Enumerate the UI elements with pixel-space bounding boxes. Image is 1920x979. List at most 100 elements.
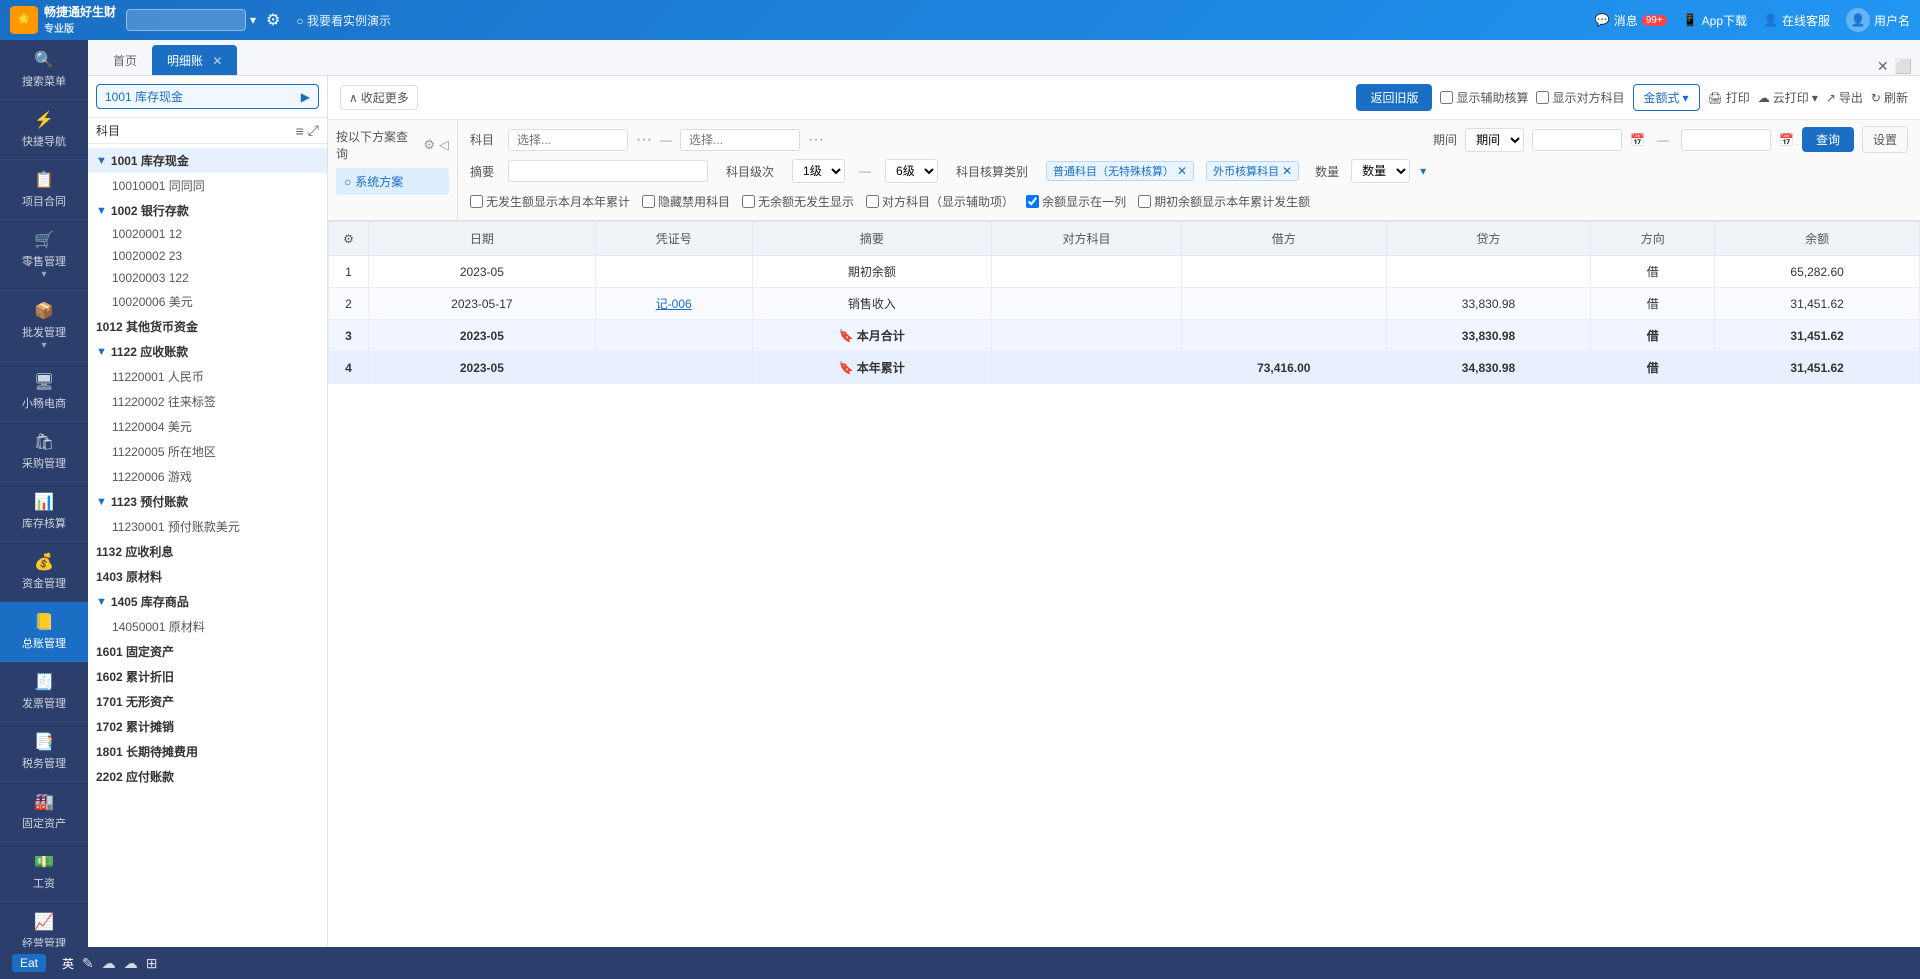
tree-item-14050001[interactable]: 14050001 原材料 xyxy=(88,614,327,639)
period-type-select[interactable]: 期间 xyxy=(1465,128,1524,152)
show-auxiliary-checkbox-label[interactable]: 显示辅助核算 xyxy=(1440,89,1528,106)
sidebar-item-ecommerce[interactable]: 🖥 小畅电商 xyxy=(0,362,88,422)
kemu-end-input[interactable] xyxy=(680,129,800,151)
tab-detail-ledger[interactable]: 明细账 ✕ xyxy=(152,45,237,75)
user-profile-button[interactable]: 👤 用户名 xyxy=(1846,8,1910,32)
tree-item-1001[interactable]: ▼ 1001 库存现金 xyxy=(88,148,327,173)
app-download-button[interactable]: 📱 App下载 xyxy=(1683,12,1747,29)
tab-close-icon[interactable]: ✕ xyxy=(212,54,222,68)
scheme-item-system[interactable]: ○ 系统方案 xyxy=(336,168,449,195)
tree-item-1601[interactable]: 1601 固定资产 xyxy=(88,639,327,664)
tree-item-1002[interactable]: ▼ 1002 银行存款 xyxy=(88,198,327,223)
demo-link[interactable]: ○ 我要看实例演示 xyxy=(296,12,391,29)
print-button[interactable]: 🖨 打印 xyxy=(1708,89,1750,106)
eat-button[interactable]: Eat xyxy=(12,954,46,972)
checkbox-hide-disabled-label[interactable]: 隐藏禁用科目 xyxy=(642,193,730,210)
period-start-calendar-icon[interactable]: 📅 xyxy=(1630,133,1645,147)
online-service-button[interactable]: 👤 在线客服 xyxy=(1763,12,1830,29)
sidebar-item-invoice[interactable]: 🧾 发票管理 xyxy=(0,662,88,722)
tree-item-10020003[interactable]: 10020003 122 xyxy=(88,267,327,289)
sidebar-item-finance[interactable]: 💰 资金管理 xyxy=(0,542,88,602)
tree-list-view-button[interactable]: ≡ xyxy=(296,123,304,139)
collapse-more-button[interactable]: ∧ 收起更多 xyxy=(340,85,418,110)
tree-item-10010001[interactable]: 10010001 同同同 xyxy=(88,173,327,198)
tree-item-2202[interactable]: 2202 应付账款 xyxy=(88,764,327,789)
level-start-select[interactable]: 1级 xyxy=(792,159,845,183)
header-search-input[interactable] xyxy=(126,9,246,31)
filter-config-button[interactable]: ⚙ xyxy=(423,137,435,153)
edit-icon[interactable]: ✎ xyxy=(82,955,94,972)
checkbox-no-amount-label[interactable]: 无余额无发生显示 xyxy=(742,193,854,210)
checkbox-no-balance[interactable] xyxy=(470,195,483,208)
checkbox-no-balance-label[interactable]: 无发生额显示本月本年累计 xyxy=(470,193,630,210)
window-close-button[interactable]: ✕ xyxy=(1877,58,1889,75)
summary-input[interactable] xyxy=(508,160,708,182)
messages-button[interactable]: 💬 消息 99+ xyxy=(1595,12,1667,29)
tree-item-10020002[interactable]: 10020002 23 xyxy=(88,245,327,267)
tree-item-1405[interactable]: ▼ 1405 库存商品 xyxy=(88,589,327,614)
tree-item-1132[interactable]: 1132 应收利息 xyxy=(88,539,327,564)
tag-remove-icon[interactable]: ✕ xyxy=(1177,164,1187,178)
checkbox-opposite-account[interactable] xyxy=(866,195,879,208)
settings-button[interactable]: 设置 xyxy=(1862,126,1908,153)
filter-collapse-button[interactable]: ◁ xyxy=(439,137,449,153)
tree-item-1801[interactable]: 1801 长期待摊费用 xyxy=(88,739,327,764)
tree-item-11220004[interactable]: 11220004 美元 xyxy=(88,414,327,439)
tree-item-11220002[interactable]: 11220002 往来标签 xyxy=(88,389,327,414)
period-end-input[interactable]: 2023-05 xyxy=(1681,129,1771,151)
tree-item-1012[interactable]: 1012 其他货币资金 xyxy=(88,314,327,339)
tree-item-1702[interactable]: 1702 累计摊销 xyxy=(88,714,327,739)
tree-item-10020006[interactable]: 10020006 美元 xyxy=(88,289,327,314)
tree-item-11220001[interactable]: 11220001 人民币 xyxy=(88,364,327,389)
show-opposite-checkbox-label[interactable]: 显示对方科目 xyxy=(1536,89,1624,106)
grid-icon[interactable]: ⊞ xyxy=(146,955,158,972)
kemu-start-input[interactable] xyxy=(508,129,628,151)
tree-expand-button[interactable]: ⤢ xyxy=(308,122,319,139)
tab-home[interactable]: 首页 xyxy=(98,45,152,75)
sidebar-item-project[interactable]: 📋 项目合同 xyxy=(0,160,88,220)
tree-item-10020001[interactable]: 10020001 12 xyxy=(88,223,327,245)
period-end-calendar-icon[interactable]: 📅 xyxy=(1779,133,1794,147)
tree-item-1403[interactable]: 1403 原材料 xyxy=(88,564,327,589)
tag-remove-icon[interactable]: ✕ xyxy=(1282,164,1292,178)
header-gear-button[interactable]: ⚙ xyxy=(266,10,280,30)
sidebar-item-fixed-assets[interactable]: 🏭 固定资产 xyxy=(0,782,88,842)
return-old-version-button[interactable]: 返回旧版 xyxy=(1356,84,1432,111)
cell-voucher[interactable]: 记-006 xyxy=(595,288,752,320)
sidebar-item-inventory[interactable]: 📊 库存核算 xyxy=(0,482,88,542)
tree-item-1701[interactable]: 1701 无形资产 xyxy=(88,689,327,714)
checkbox-hide-disabled[interactable] xyxy=(642,195,655,208)
cloud-icon-1[interactable]: ☁ xyxy=(102,955,116,972)
tree-item-11220006[interactable]: 11220006 游戏 xyxy=(88,464,327,489)
sidebar-item-wholesale[interactable]: 📦 批发管理 ▾ xyxy=(0,291,88,362)
quantity-select[interactable]: 数量 xyxy=(1351,159,1410,183)
window-maximize-button[interactable]: ⬜ xyxy=(1895,58,1912,75)
th-config[interactable]: ⚙ xyxy=(329,222,369,256)
refresh-button[interactable]: ↻ 刷新 xyxy=(1871,89,1908,106)
tree-item-1602[interactable]: 1602 累计折旧 xyxy=(88,664,327,689)
export-button[interactable]: ↗ 导出 xyxy=(1826,89,1863,106)
sidebar-item-retail[interactable]: 🛒 零售管理 ▾ xyxy=(0,220,88,291)
header-dropdown-button[interactable]: ▾ xyxy=(246,11,260,29)
sidebar-item-quicknav[interactable]: ⚡ 快捷导航 xyxy=(0,100,88,160)
show-auxiliary-checkbox[interactable] xyxy=(1440,91,1453,104)
period-start-input[interactable]: 2023-05 xyxy=(1532,129,1622,151)
tree-item-11220005[interactable]: 11220005 所在地区 xyxy=(88,439,327,464)
checkbox-opposite-account-label[interactable]: 对方科目（显示辅助项） xyxy=(866,193,1014,210)
amount-style-button[interactable]: 金额式 ▾ xyxy=(1633,84,1700,111)
sidebar-item-search[interactable]: 🔍 搜索菜单 xyxy=(0,40,88,100)
level-end-select[interactable]: 6级 xyxy=(885,159,938,183)
show-opposite-checkbox[interactable] xyxy=(1536,91,1549,104)
account-selector-button[interactable]: 1001 库存现金 ▶ xyxy=(96,84,319,109)
sidebar-item-purchase[interactable]: 🛍 采购管理 xyxy=(0,422,88,482)
tree-item-1122[interactable]: ▼ 1122 应收账款 xyxy=(88,339,327,364)
checkbox-balance-one-col[interactable] xyxy=(1026,195,1039,208)
cloud-icon-2[interactable]: ☁ xyxy=(124,955,138,972)
sidebar-item-salary[interactable]: 💵 工资 xyxy=(0,842,88,902)
sidebar-item-tax[interactable]: 📑 税务管理 xyxy=(0,722,88,782)
cloud-print-button[interactable]: ☁ 云打印 ▾ xyxy=(1758,89,1818,106)
checkbox-initial-balance-label[interactable]: 期初余额显示本年累计发生额 xyxy=(1138,193,1310,210)
sidebar-item-ledger[interactable]: 📒 总账管理 xyxy=(0,602,88,662)
checkbox-no-amount[interactable] xyxy=(742,195,755,208)
checkbox-balance-one-col-label[interactable]: 余额显示在一列 xyxy=(1026,193,1126,210)
